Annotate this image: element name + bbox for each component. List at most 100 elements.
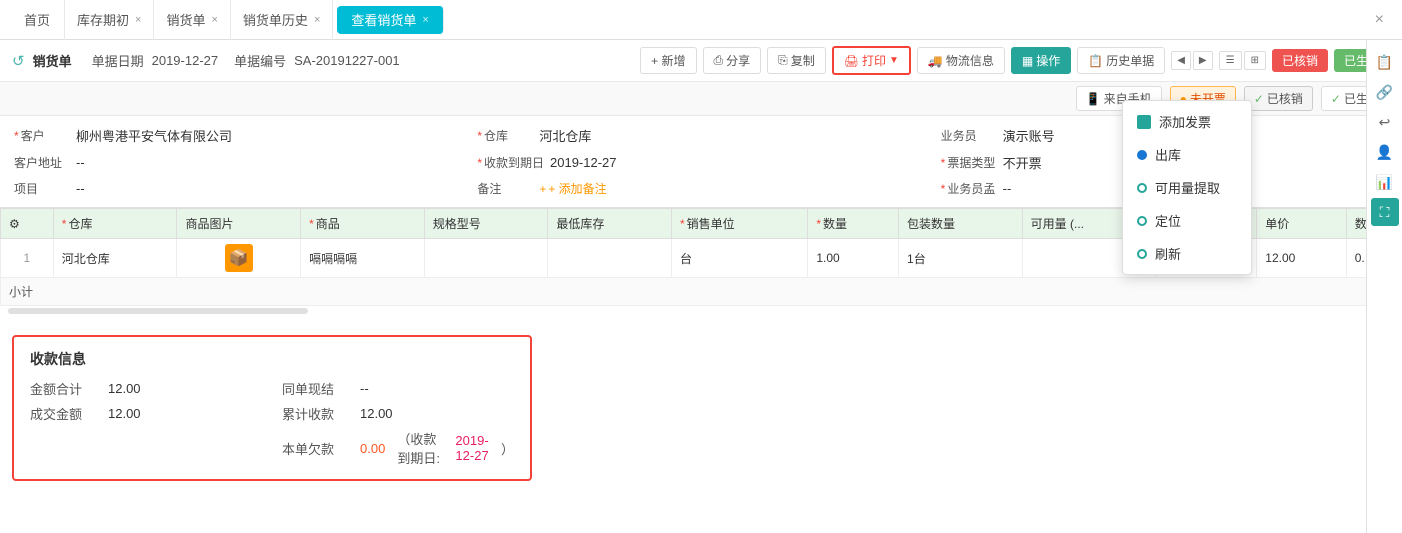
sidebar-icon-4[interactable]: 📊 — [1371, 168, 1399, 196]
date-value-text: 2019-12-27 — [152, 53, 219, 68]
tab-sales-history[interactable]: 销货单历史 × — [231, 0, 333, 40]
address-value: -- — [76, 155, 85, 170]
tab-sales-history-close[interactable]: × — [314, 14, 320, 26]
dropdown-item-locate[interactable]: 定位 — [1123, 204, 1251, 237]
employee-label: 业务员 — [941, 127, 997, 144]
row-pack-qty: 1台 — [899, 239, 1023, 278]
tab-inventory-label: 库存期初 — [77, 10, 129, 29]
transaction-value: 12.00 — [108, 406, 141, 421]
due-date-label: 收款到期日 — [477, 154, 544, 171]
project-label: 项目 — [14, 180, 70, 197]
window-close-button[interactable]: × — [1367, 7, 1392, 33]
operation-dropdown: 添加发票 出库 可用量提取 定位 刷新 — [1122, 100, 1252, 275]
share-button[interactable]: ⎙ 分享 — [703, 47, 762, 74]
due-date-value: 2019-12-27 — [455, 433, 493, 463]
doc-type-label: 销货单 — [33, 51, 72, 70]
share-label: 分享 — [726, 52, 750, 69]
tab-sales[interactable]: 销货单 × — [154, 0, 230, 40]
ticket-label: 票据类型 — [941, 154, 997, 171]
note-btn-label: + 添加备注 — [548, 180, 606, 197]
same-order-value: -- — [360, 381, 369, 396]
row-unit: 台 — [672, 239, 808, 278]
sidebar-icon-1[interactable]: 🔗 — [1371, 78, 1399, 106]
total-label: 金额合计 — [30, 379, 100, 398]
history-button[interactable]: 📋 历史单据 — [1077, 47, 1165, 74]
sidebar-icon-3[interactable]: 👤 — [1371, 138, 1399, 166]
ticket-value: 不开票 — [1003, 153, 1042, 172]
doc-type-icon: ↺ — [12, 52, 25, 70]
prev-button[interactable]: ◀ — [1171, 51, 1191, 70]
due-date-row: 收款到期日 2019-12-27 — [477, 153, 924, 172]
logistics-button[interactable]: 🚚 物流信息 — [917, 47, 1005, 74]
project-row: 项目 -- — [14, 180, 461, 197]
history-icon: 📋 — [1088, 54, 1103, 68]
new-button[interactable]: + 新增 — [640, 47, 696, 74]
tab-view-sales-close[interactable]: × — [422, 14, 428, 26]
payment-right-col: 同单现结 -- 累计收款 12.00 本单欠款 0.00 （收款到期日: 201… — [282, 379, 514, 467]
col-min-stock: 最低库存 — [548, 209, 672, 239]
check-button[interactable]: ✓ 已核销 — [1244, 86, 1313, 111]
sidebar-icon-5[interactable]: ⛶ — [1371, 198, 1399, 226]
history-label: 历史单据 — [1106, 52, 1154, 69]
tab-sales-history-label: 销货单历史 — [243, 10, 308, 29]
tab-home-label: 首页 — [24, 10, 50, 29]
transaction-label: 成交金额 — [30, 404, 100, 423]
print-dropdown-arrow: ▼ — [889, 55, 899, 66]
col-warehouse: 仓库 — [53, 209, 177, 239]
tab-view-sales[interactable]: 查看销货单 × — [337, 6, 443, 34]
col-qty: 数量 — [808, 209, 899, 239]
salesperson-value: -- — [1003, 181, 1012, 196]
subtotal-label: 小计 — [1, 278, 1402, 306]
print-button[interactable]: 🖨 打印 ▼ — [832, 46, 911, 75]
view-list-button[interactable]: ☰ — [1219, 51, 1242, 70]
payment-grid: 金额合计 12.00 成交金额 12.00 同单现结 -- 累计收款 — [30, 379, 514, 467]
cancelled-badge[interactable]: 已核销 — [1272, 49, 1328, 72]
cumulative-value: 12.00 — [360, 406, 393, 421]
share-icon: ⎙ — [714, 53, 724, 68]
locate-icon — [1137, 216, 1147, 226]
plus-icon: + — [539, 182, 546, 196]
logistics-label: 物流信息 — [946, 52, 994, 69]
print-label: 打印 — [862, 52, 886, 69]
check-label: 已核销 — [1267, 90, 1303, 107]
dropdown-item-refresh[interactable]: 刷新 — [1123, 237, 1251, 270]
tab-home[interactable]: 首页 — [10, 0, 65, 40]
operation-icon: ▦ — [1022, 54, 1033, 68]
dropdown-item-add-invoice[interactable]: 添加发票 — [1123, 105, 1251, 138]
date-label-text: 单据日期 — [92, 51, 144, 70]
project-value: -- — [76, 181, 85, 196]
add-invoice-label: 添加发票 — [1159, 112, 1211, 131]
add-note-button[interactable]: + + 添加备注 — [539, 180, 606, 197]
available-label: 可用量提取 — [1155, 178, 1220, 197]
sidebar-icon-2[interactable]: ↩ — [1371, 108, 1399, 136]
address-row: 客户地址 -- — [14, 153, 461, 172]
operation-button[interactable]: ▦ 操作 — [1011, 47, 1071, 74]
check-icon: ✓ — [1254, 92, 1264, 106]
next-button[interactable]: ▶ — [1193, 51, 1213, 70]
col-pack-qty: 包装数量 — [899, 209, 1023, 239]
col-product: 商品 — [301, 209, 425, 239]
product-image: 📦 — [225, 244, 253, 272]
view-grid-button[interactable]: ⊞ — [1244, 51, 1266, 70]
sidebar-icon-0[interactable]: 📋 — [1371, 48, 1399, 76]
dropdown-item-available[interactable]: 可用量提取 — [1123, 171, 1251, 204]
row-num: 1 — [1, 239, 54, 278]
col-unit-price: 单价 — [1257, 209, 1346, 239]
operation-label: 操作 — [1036, 52, 1060, 69]
col-unit: 销售单位 — [672, 209, 808, 239]
toolbar-actions: + 新增 ⎙ 分享 ⎘ 复制 🖨 打印 ▼ 🚚 物流信息 — [640, 46, 1390, 75]
number-label-text: 单据编号 — [234, 51, 286, 70]
tab-inventory[interactable]: 库存期初 × — [65, 0, 154, 40]
table-scrollbar[interactable] — [8, 308, 308, 314]
customer-row: 客户 柳州粤港平安气体有限公司 — [14, 126, 461, 145]
dropdown-item-outbound[interactable]: 出库 — [1123, 138, 1251, 171]
tab-sales-close[interactable]: × — [211, 14, 217, 26]
tab-inventory-close[interactable]: × — [135, 14, 141, 26]
number-value-text: SA-20191227-001 — [294, 53, 400, 68]
add-invoice-icon — [1137, 115, 1151, 129]
total-value: 12.00 — [108, 381, 141, 396]
tab-bar: 首页 库存期初 × 销货单 × 销货单历史 × 查看销货单 × × — [0, 0, 1402, 40]
subtotal-row: 小计 — [1, 278, 1402, 306]
warehouse-row: 仓库 河北仓库 — [477, 126, 924, 145]
copy-button[interactable]: ⎘ 复制 — [767, 47, 826, 74]
